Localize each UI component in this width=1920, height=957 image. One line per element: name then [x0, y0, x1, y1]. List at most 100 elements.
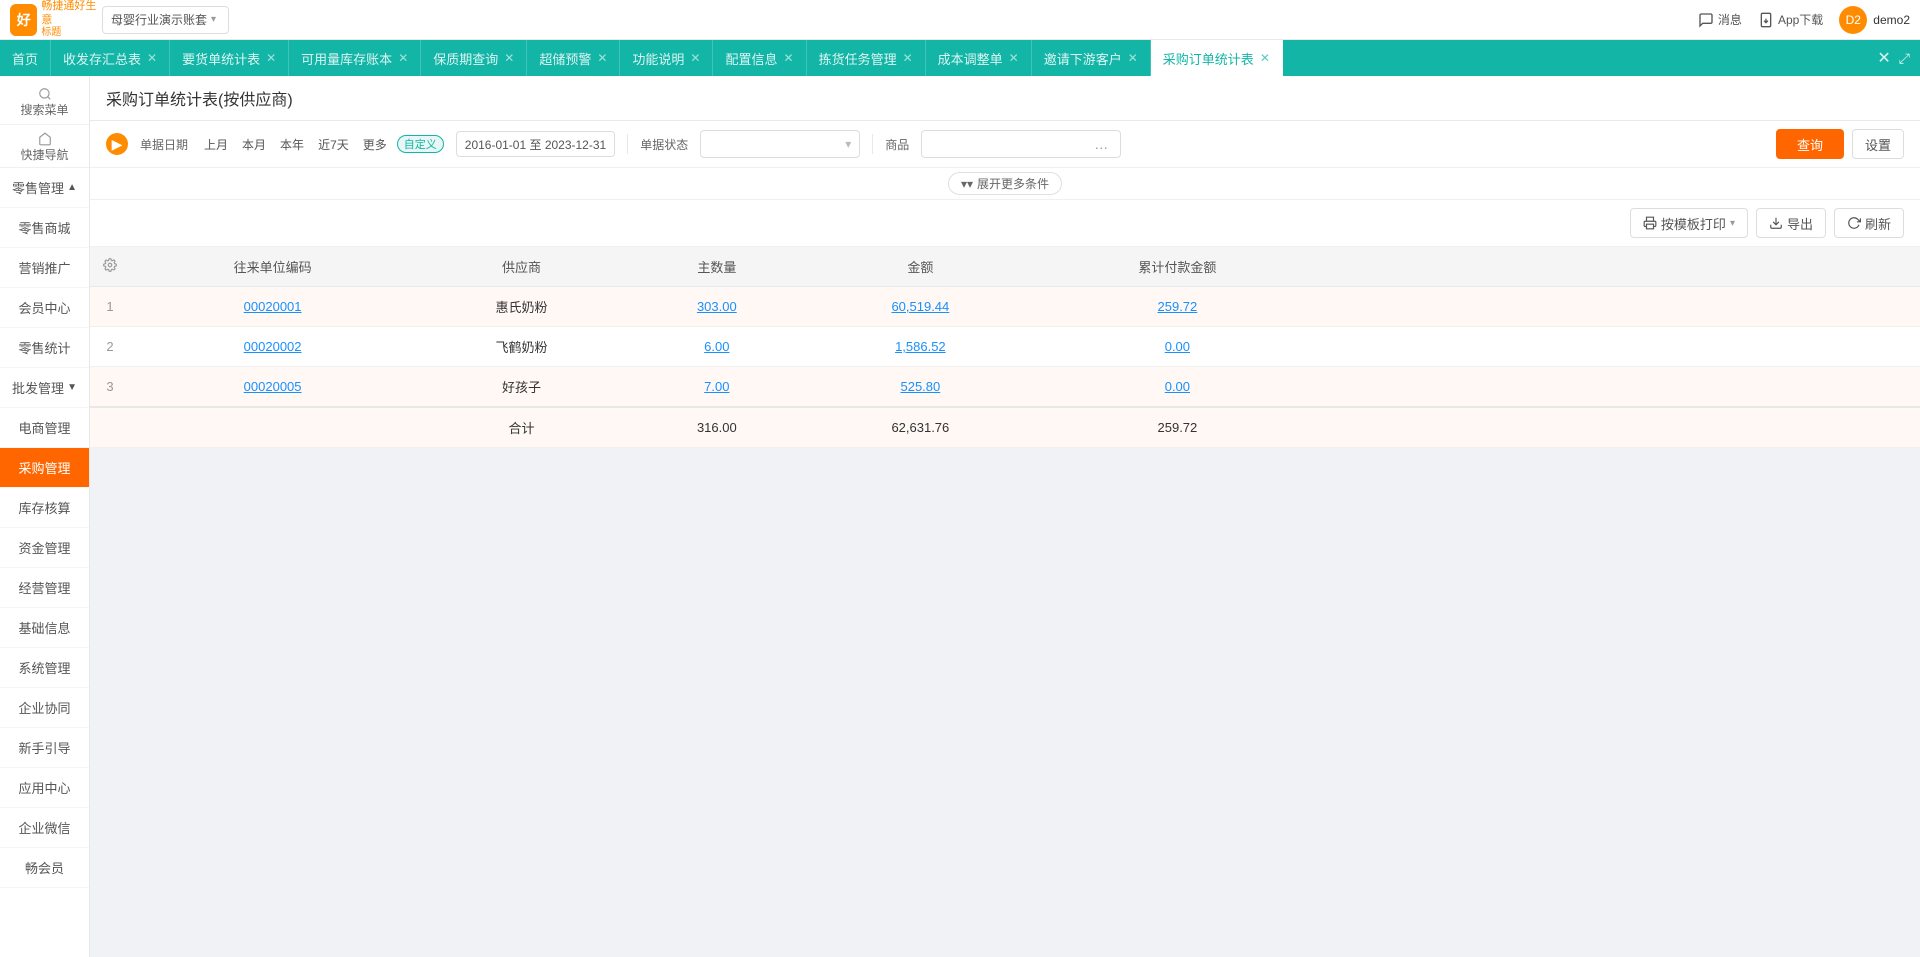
tab-quality-check[interactable]: 保质期查询 ✕ — [421, 40, 527, 76]
nav-tabs: 首页 收发存汇总表 ✕ 要货单统计表 ✕ 可用量库存账本 ✕ 保质期查询 ✕ 超… — [0, 40, 1920, 76]
extra-cell — [1320, 367, 1920, 408]
status-filter-select[interactable]: ▾ — [700, 130, 860, 158]
search-button[interactable]: 查询 — [1776, 129, 1844, 159]
main-qty-cell[interactable]: 303.00 — [628, 287, 806, 327]
expand-down-icon: ▾▾ — [961, 177, 973, 191]
user-area[interactable]: D2 demo2 — [1839, 6, 1910, 34]
last-7-days-btn[interactable]: 近7天 — [314, 135, 353, 154]
amount-cell[interactable]: 60,519.44 — [806, 287, 1035, 327]
sidebar-item-system[interactable]: 系统管理 — [0, 648, 89, 688]
tab-order-summary[interactable]: 要货单统计表 ✕ — [170, 40, 289, 76]
goods-filter-more[interactable]: … — [1090, 136, 1112, 152]
sidebar-item-operations[interactable]: 经营管理 — [0, 568, 89, 608]
close-all-icon[interactable]: ✕ — [1877, 48, 1890, 68]
tab-cost-adjust[interactable]: 成本调整单 ✕ — [926, 40, 1032, 76]
tab-function-desc[interactable]: 功能说明 ✕ — [620, 40, 713, 76]
close-icon[interactable]: ✕ — [903, 51, 913, 65]
tab-receive-summary[interactable]: 收发存汇总表 ✕ — [51, 40, 170, 76]
workspace-selector[interactable]: 母婴行业演示账套 ▾ — [102, 6, 229, 34]
sidebar-item-retail-shop[interactable]: 零售商城 — [0, 208, 89, 248]
sidebar-item-inventory[interactable]: 库存核算 — [0, 488, 89, 528]
refresh-button[interactable]: 刷新 — [1834, 208, 1904, 238]
page-title: 采购订单统计表(按供应商) — [106, 86, 1904, 110]
tab-pick-task[interactable]: 拣货任务管理 ✕ — [807, 40, 926, 76]
supplier-name-cell: 惠氏奶粉 — [415, 287, 628, 327]
goods-filter-input[interactable]: … — [921, 130, 1121, 158]
app-download-action[interactable]: App下载 — [1758, 11, 1823, 28]
message-action[interactable]: 消息 — [1698, 11, 1742, 28]
sidebar-item-wholesale[interactable]: 批发管理 ▼ — [0, 368, 89, 408]
this-year-btn[interactable]: 本年 — [276, 135, 308, 154]
separator-2 — [872, 134, 873, 154]
export-button[interactable]: 导出 — [1756, 208, 1826, 238]
sidebar-item-retail[interactable]: 零售管理 ▲ — [0, 168, 89, 208]
expand-icon: ▲ — [67, 182, 77, 193]
close-icon[interactable]: ✕ — [266, 51, 276, 65]
supplier-name-cell: 好孩子 — [415, 367, 628, 408]
sidebar-search[interactable]: 搜索菜单 — [0, 76, 89, 125]
date-filter-label: 单据日期 — [140, 136, 188, 153]
tab-home[interactable]: 首页 — [0, 40, 51, 76]
footer-paid-amount: 259.72 — [1035, 407, 1320, 448]
sidebar-item-member[interactable]: 会员中心 — [0, 288, 89, 328]
extra-cell — [1320, 327, 1920, 367]
close-icon[interactable]: ✕ — [398, 51, 408, 65]
settings-button[interactable]: 设置 — [1852, 129, 1904, 159]
logo-icon: 好 — [10, 4, 37, 36]
close-icon[interactable]: ✕ — [784, 51, 794, 65]
search-icon — [38, 87, 52, 101]
content-area: 采购订单统计表(按供应商) ▶ 单据日期 上月 本月 本年 近7天 更多 自定义… — [90, 76, 1920, 957]
supplier-code-cell[interactable]: 00020002 — [130, 327, 415, 367]
tab-overstock-warning[interactable]: 超储预警 ✕ — [527, 40, 620, 76]
main-layout: 搜索菜单 快捷导航 零售管理 ▲ 零售商城 营销推广 会员中心 零售统计 批发管… — [0, 76, 1920, 957]
footer-label: 合计 — [415, 407, 628, 448]
user-name: demo2 — [1873, 13, 1910, 27]
close-icon[interactable]: ✕ — [597, 51, 607, 65]
col-settings[interactable] — [90, 247, 130, 287]
supplier-code-cell[interactable]: 00020001 — [130, 287, 415, 327]
print-dropdown-arrow[interactable]: ▾ — [1730, 218, 1735, 229]
supplier-code-cell[interactable]: 00020005 — [130, 367, 415, 408]
paid-amount-cell[interactable]: 0.00 — [1035, 327, 1320, 367]
expand-more-button[interactable]: ▾▾ 展开更多条件 — [948, 172, 1062, 195]
tab-invite-downstream[interactable]: 邀请下游客户 ✕ — [1032, 40, 1151, 76]
sidebar-item-onboarding[interactable]: 新手引导 — [0, 728, 89, 768]
print-button[interactable]: 按模板打印 ▾ — [1630, 208, 1748, 238]
close-icon[interactable]: ✕ — [504, 51, 514, 65]
tab-purchase-stats[interactable]: 采购订单统计表 ✕ — [1151, 40, 1283, 76]
main-qty-cell[interactable]: 6.00 — [628, 327, 806, 367]
sidebar-item-finance[interactable]: 资金管理 — [0, 528, 89, 568]
sidebar-item-marketing[interactable]: 营销推广 — [0, 248, 89, 288]
close-icon[interactable]: ✕ — [1009, 51, 1019, 65]
this-month-btn[interactable]: 本月 — [238, 135, 270, 154]
close-icon[interactable]: ✕ — [1128, 51, 1138, 65]
main-qty-cell[interactable]: 7.00 — [628, 367, 806, 408]
filter-toggle-button[interactable]: ▶ — [106, 133, 128, 155]
more-dates-btn[interactable]: 更多 — [359, 135, 391, 154]
date-range-display[interactable]: 2016-01-01 至 2023-12-31 — [456, 131, 615, 157]
close-icon[interactable]: ✕ — [147, 51, 157, 65]
sidebar-item-basic-info[interactable]: 基础信息 — [0, 608, 89, 648]
last-month-btn[interactable]: 上月 — [200, 135, 232, 154]
sidebar-item-enterprise-wechat[interactable]: 企业微信 — [0, 808, 89, 848]
close-icon[interactable]: ✕ — [1260, 51, 1270, 65]
sidebar-quick-nav[interactable]: 快捷导航 — [0, 125, 89, 168]
col-main-qty: 主数量 — [628, 247, 806, 287]
sidebar-item-retail-stats[interactable]: 零售统计 — [0, 328, 89, 368]
nav-icon — [38, 132, 52, 146]
sidebar-item-member2[interactable]: 畅会员 — [0, 848, 89, 888]
sidebar-item-ecommerce[interactable]: 电商管理 — [0, 408, 89, 448]
tab-inventory-account[interactable]: 可用量库存账本 ✕ — [289, 40, 421, 76]
amount-cell[interactable]: 525.80 — [806, 367, 1035, 408]
sidebar-item-enterprise-coop[interactable]: 企业协同 — [0, 688, 89, 728]
table-container: 往来单位编码 供应商 主数量 金额 累计付款金额 1 00020001 惠氏奶 — [90, 247, 1920, 957]
sidebar-item-app-center[interactable]: 应用中心 — [0, 768, 89, 808]
paid-amount-cell[interactable]: 0.00 — [1035, 367, 1320, 408]
sidebar-item-purchase[interactable]: 采购管理 — [0, 448, 89, 488]
maximize-icon[interactable]: ⤢ — [1899, 50, 1910, 67]
amount-cell[interactable]: 1,586.52 — [806, 327, 1035, 367]
tab-config-info[interactable]: 配置信息 ✕ — [713, 40, 806, 76]
close-icon[interactable]: ✕ — [690, 51, 700, 65]
paid-amount-cell[interactable]: 259.72 — [1035, 287, 1320, 327]
logo-text: 畅捷通好生意 标题 — [41, 0, 98, 38]
